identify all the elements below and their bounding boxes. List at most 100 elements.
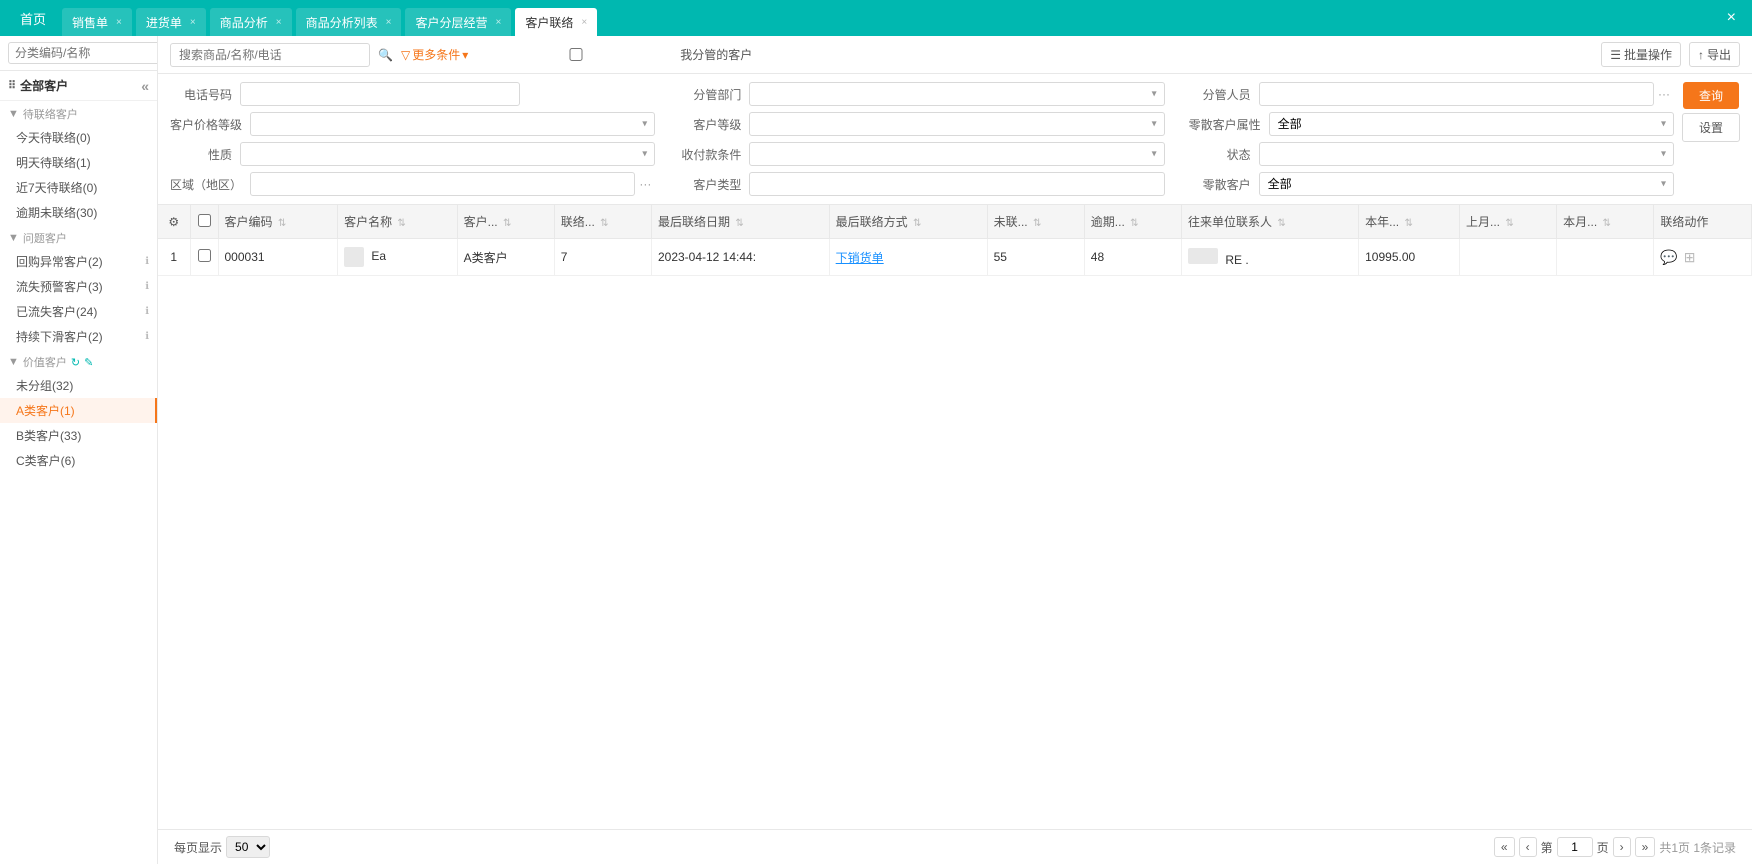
person-input[interactable] (1259, 82, 1654, 106)
col-name: 客户名称 ⇅ (338, 205, 458, 239)
my-customers-checkbox[interactable]: 我分管的客户 (476, 46, 752, 63)
chevron-down-icon: ▼ (8, 356, 19, 368)
col-checkbox[interactable] (190, 205, 218, 239)
search-input[interactable] (170, 43, 370, 67)
sort-icon[interactable]: ⇅ (913, 218, 921, 229)
nav-home[interactable]: 首页 (8, 0, 58, 36)
close-icon[interactable]: × (116, 17, 122, 28)
nav-tab-analysis[interactable]: 商品分析 × (210, 8, 292, 36)
customer-level-select[interactable] (749, 112, 1164, 136)
sidebar-collapse-button[interactable]: « (141, 78, 149, 94)
nav-tab-purchase[interactable]: 进货单 × (136, 8, 206, 36)
filter-row-2: 客户价格等级 ▾ 客户等级 (170, 112, 1674, 136)
sidebar-item-7days[interactable]: 近7天待联络(0) (0, 175, 157, 200)
row-checkbox-cell[interactable] (190, 239, 218, 276)
batch-operation-button[interactable]: ☰ 批量操作 (1601, 42, 1681, 67)
row-last-method[interactable]: 下销货单 (829, 239, 987, 276)
close-icon[interactable]: × (276, 17, 282, 28)
filter-dept: 分管部门 ▾ (679, 82, 1164, 106)
nav-tab-sales[interactable]: 销售单 × (62, 8, 132, 36)
col-this-month: 本月... ⇅ (1557, 205, 1654, 239)
sidebar-search-area: 🔍 (0, 36, 157, 71)
status-select[interactable] (1259, 142, 1674, 166)
sort-icon[interactable]: ⇅ (1033, 218, 1041, 229)
sidebar-item-class-c[interactable]: C类客户(6) (0, 448, 157, 473)
sidebar-item-churned[interactable]: 已流失客户(24) ℹ (0, 299, 157, 324)
export-button[interactable]: ↑ 导出 (1689, 42, 1740, 67)
sidebar-item-class-b[interactable]: B类客户(33) (0, 423, 157, 448)
close-icon[interactable]: × (495, 17, 501, 28)
sort-icon[interactable]: ⇅ (1603, 218, 1611, 229)
settings-icon[interactable]: ⚙ (168, 215, 179, 229)
col-settings[interactable]: ⚙ (158, 205, 190, 239)
close-icon[interactable]: × (386, 17, 392, 28)
page-number-input[interactable] (1557, 837, 1593, 857)
next-page-button[interactable]: › (1613, 837, 1631, 857)
sort-icon[interactable]: ⇅ (600, 218, 608, 229)
sidebar-group-value[interactable]: ▼ 价值客户 ↻ ✎ (0, 349, 157, 373)
per-page-select[interactable]: 50 (226, 836, 270, 858)
dept-select[interactable] (749, 82, 1164, 106)
sidebar-item-ungrouped[interactable]: 未分组(32) (0, 373, 157, 398)
first-page-button[interactable]: « (1494, 837, 1515, 857)
sidebar-item-class-a[interactable]: A类客户(1) (0, 398, 157, 423)
person-more-icon[interactable]: ··· (1654, 87, 1674, 101)
filter-search-icon[interactable]: 🔍 (378, 48, 393, 62)
row-checkbox[interactable] (198, 249, 211, 262)
pagination-bar: 每页显示 50 « ‹ 第 页 › » 共1页 1条记录 (158, 829, 1752, 864)
retail-attr-select[interactable]: 全部 (1269, 112, 1674, 136)
close-icon[interactable]: × (581, 17, 587, 28)
qr-icon[interactable]: ⊞ (1684, 249, 1696, 266)
phone-input[interactable] (240, 82, 520, 106)
info-icon: ℹ (145, 306, 149, 317)
sidebar-group-problem[interactable]: ▼ 问题客户 (0, 225, 157, 249)
close-icon[interactable]: × (190, 17, 196, 28)
sort-icon[interactable]: ⇅ (1277, 218, 1285, 229)
payment-select[interactable] (749, 142, 1164, 166)
sort-icon[interactable]: ⇅ (397, 218, 405, 229)
last-page-button[interactable]: » (1635, 837, 1656, 857)
more-filters-button[interactable]: ▽ 更多条件 ▾ (401, 46, 468, 63)
filter-bar: 🔍 ▽ 更多条件 ▾ 我分管的客户 ☰ 批量操作 ↑ 导出 (158, 36, 1752, 74)
sort-icon[interactable]: ⇅ (735, 218, 743, 229)
sidebar-item-churn-warning[interactable]: 流失预警客户(3) ℹ (0, 274, 157, 299)
message-icon[interactable]: 💬 (1660, 249, 1677, 266)
sort-icon[interactable]: ⇅ (503, 218, 511, 229)
sidebar-item-today[interactable]: 今天待联络(0) (0, 125, 157, 150)
sidebar-group-pending[interactable]: ▼ 待联络客户 (0, 101, 157, 125)
nature-select[interactable] (240, 142, 655, 166)
customer-avatar (344, 247, 364, 267)
settings-button[interactable]: 设置 (1682, 113, 1740, 142)
nav-tab-customer-contact[interactable]: 客户联络 × (515, 8, 597, 36)
edit-icon[interactable]: ✎ (84, 356, 93, 369)
window-close-button[interactable]: × (1719, 5, 1744, 31)
nav-tab-customer-tier[interactable]: 客户分层经营 × (405, 8, 511, 36)
region-input[interactable] (250, 172, 635, 196)
info-icon: ℹ (145, 331, 149, 342)
customer-type-input[interactable] (749, 172, 1164, 196)
sidebar-item-tomorrow[interactable]: 明天待联络(1) (0, 150, 157, 175)
sidebar-item-overdue[interactable]: 逾期未联络(30) (0, 200, 157, 225)
prev-page-button[interactable]: ‹ (1519, 837, 1537, 857)
col-last-month: 上月... ⇅ (1460, 205, 1557, 239)
filter-row-1: 电话号码 分管部门 ▾ (170, 82, 1674, 106)
col-last-method: 最后联络方式 ⇅ (829, 205, 987, 239)
sort-icon[interactable]: ⇅ (1505, 218, 1513, 229)
sort-icon[interactable]: ⇅ (1404, 218, 1412, 229)
refresh-icon[interactable]: ↻ (71, 356, 80, 369)
my-customers-check[interactable] (476, 48, 676, 61)
region-more-icon[interactable]: ··· (635, 177, 655, 191)
sort-icon[interactable]: ⇅ (1130, 218, 1138, 229)
sort-icon[interactable]: ⇅ (278, 218, 286, 229)
query-button[interactable]: 查询 (1683, 82, 1739, 109)
select-all-checkbox[interactable] (198, 214, 211, 227)
sidebar-item-declining[interactable]: 持续下滑客户(2) ℹ (0, 324, 157, 349)
sidebar-search-input[interactable] (8, 42, 158, 64)
region-label: 区域（地区） (170, 176, 250, 193)
all-customers-header[interactable]: ⠿ 全部客户 « (0, 71, 157, 101)
sidebar-item-abnormal[interactable]: 回购异常客户(2) ℹ (0, 249, 157, 274)
row-no-contact: 55 (987, 239, 1084, 276)
nav-tab-analysis-list[interactable]: 商品分析列表 × (296, 8, 402, 36)
price-level-select[interactable] (250, 112, 655, 136)
retail-customer-select[interactable]: 全部 (1259, 172, 1674, 196)
